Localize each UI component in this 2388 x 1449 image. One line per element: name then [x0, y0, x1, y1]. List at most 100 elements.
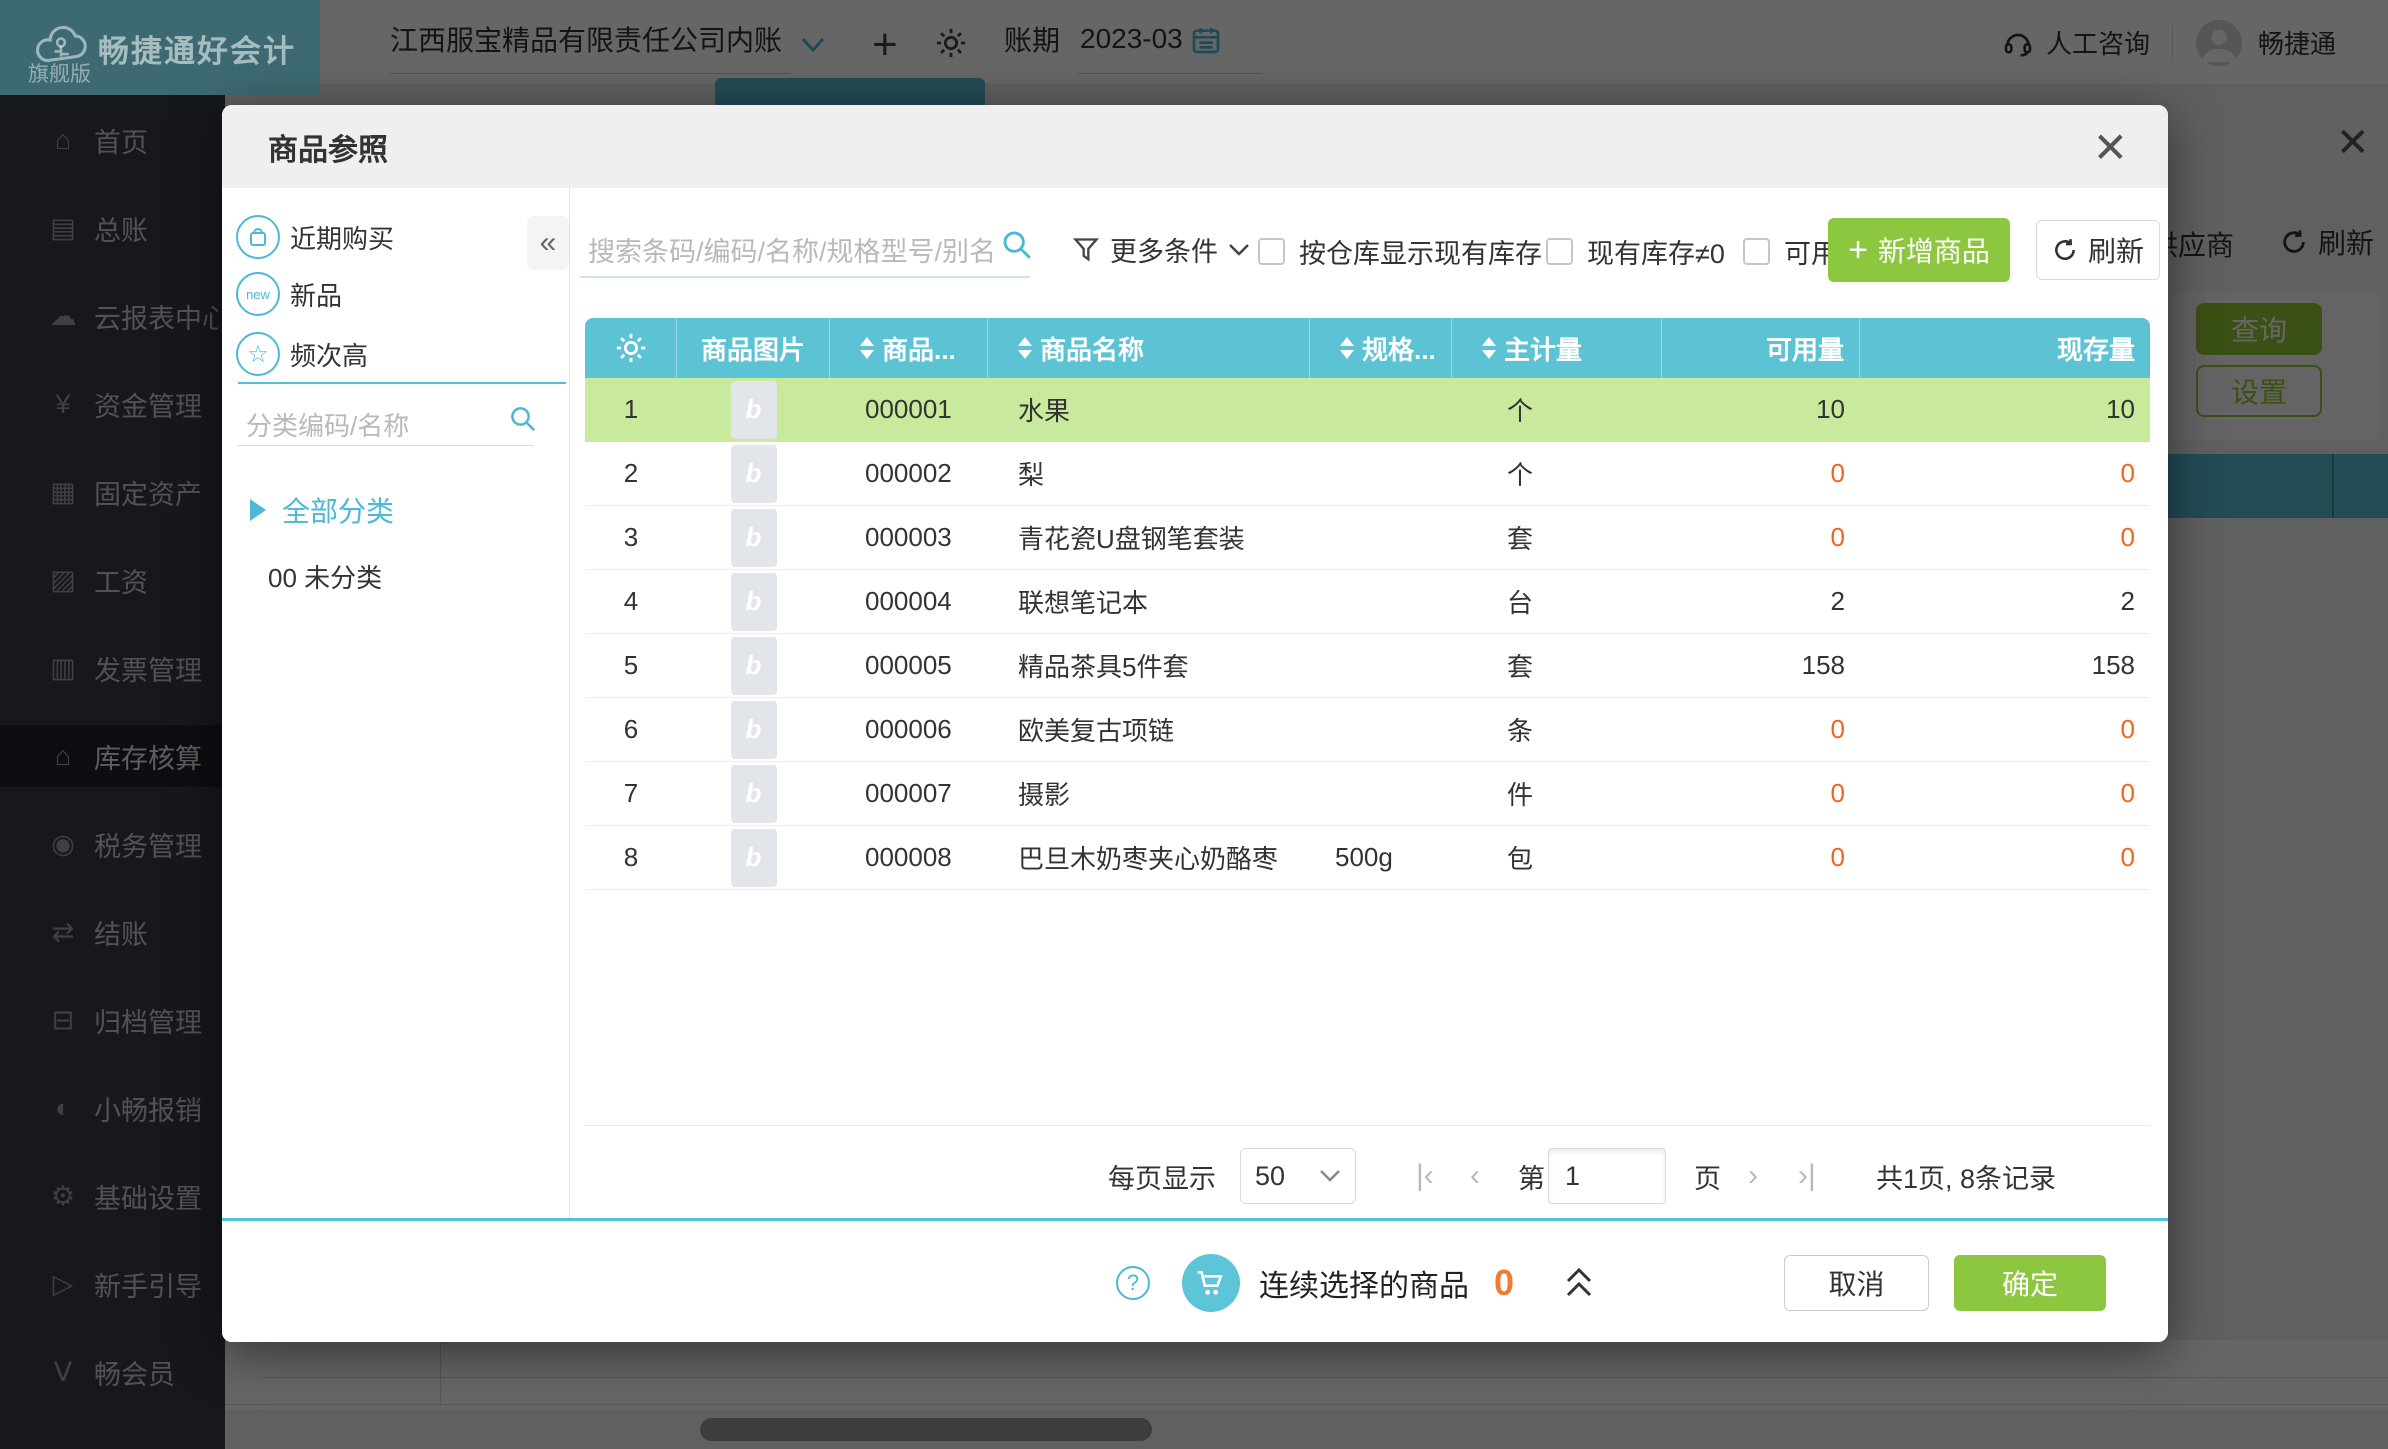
per-page-select[interactable]: 50 — [1240, 1148, 1356, 1204]
confirm-button[interactable]: 确定 — [1954, 1255, 2106, 1311]
shortcut-recent-purchase[interactable]: 近期购买 — [222, 208, 570, 266]
category-tree-root[interactable]: 全部分类 — [250, 490, 394, 530]
add-product-button[interactable]: + 新增商品 — [1828, 218, 2010, 282]
product-spec: 500g — [1335, 842, 1393, 872]
header-product-image[interactable]: 商品图片 — [677, 318, 830, 378]
header-product-name[interactable]: 商品名称 — [988, 318, 1310, 378]
onhand-qty: 0 — [2120, 714, 2135, 744]
product-code: 000001 — [865, 394, 952, 424]
double-chevron-up-icon[interactable] — [1562, 1265, 1596, 1301]
selected-products-label: 连续选择的商品 — [1259, 1270, 1469, 1303]
product-image-placeholder-icon: b — [730, 444, 777, 503]
available-qty: 10 — [1816, 394, 1845, 424]
header-spec[interactable]: 规格... — [1310, 318, 1452, 378]
onhand-qty: 0 — [2120, 778, 2135, 808]
gear-icon — [616, 333, 645, 363]
product-image: b — [677, 698, 830, 761]
product-image: b — [677, 762, 830, 825]
dialog-body: 近期购买 new 新品 ☆ 频次高 « 分类编码/名称 全部分类 00 未分类 … — [222, 188, 2168, 1342]
header-unit[interactable]: 主计量 — [1452, 318, 1662, 378]
panel-divider — [238, 382, 566, 384]
sort-icon — [1340, 337, 1354, 359]
refresh-icon — [2055, 239, 2075, 261]
product-unit: 个 — [1507, 460, 1534, 490]
filter-checkbox-0[interactable]: 按仓库显示现有库存 — [1258, 232, 1542, 271]
product-unit: 套 — [1507, 652, 1534, 682]
product-name: 精品茶具5件套 — [1018, 652, 1189, 682]
product-image: b — [677, 442, 830, 505]
plus-icon: + — [1848, 230, 1868, 269]
product-spec — [1310, 634, 1452, 697]
product-code: 000004 — [865, 586, 952, 616]
product-unit: 包 — [1507, 844, 1534, 874]
product-image-placeholder-icon: b — [730, 764, 777, 823]
product-spec — [1310, 442, 1452, 505]
more-filters-button[interactable]: 更多条件 — [1072, 230, 1250, 269]
next-page-button[interactable]: › — [1748, 1148, 1758, 1204]
category-search-placeholder: 分类编码/名称 — [246, 411, 410, 441]
table-row[interactable]: 8 b 000008 巴旦木奶枣夹心奶酪枣 500g 包 0 0 — [585, 826, 2150, 890]
sort-icon — [1482, 337, 1496, 359]
shortcut-high-frequency[interactable]: ☆ 频次高 — [222, 325, 570, 383]
table-body: 1 b 000001 水果个 10 10 2 b 000002 梨个 0 0 3 b 000003 青花瓷U盘… — [585, 378, 2150, 890]
search-icon — [1003, 231, 1031, 259]
product-image-placeholder-icon: b — [730, 636, 777, 695]
onhand-qty: 10 — [2106, 394, 2135, 424]
table-row[interactable]: 4 b 000004 联想笔记本 台 2 2 — [585, 570, 2150, 634]
header-product-code[interactable]: 商品... — [830, 318, 988, 378]
product-unit: 台 — [1507, 588, 1534, 618]
product-search-placeholder: 搜索条码/编码/名称/规格型号/别名 — [588, 237, 997, 267]
first-page-button[interactable]: |‹ — [1416, 1148, 1434, 1204]
product-name: 青花瓷U盘钢笔套装 — [1018, 524, 1245, 554]
category-search-input[interactable]: 分类编码/名称 — [238, 402, 536, 446]
page-number-input[interactable]: 1 — [1548, 1148, 1666, 1204]
help-icon[interactable]: ? — [1116, 1266, 1150, 1300]
table-row[interactable]: 6 b 000006 欧美复古项链 条 0 0 — [585, 698, 2150, 762]
product-code: 000005 — [865, 650, 952, 680]
dialog-footer: ? 连续选择的商品 0 取消 确定 — [222, 1218, 2168, 1342]
sort-icon — [860, 337, 874, 359]
cancel-button[interactable]: 取消 — [1784, 1255, 1929, 1311]
product-image-placeholder-icon: b — [730, 828, 777, 887]
collapse-panel-button[interactable]: « — [527, 216, 569, 270]
dialog-title: 商品参照 — [268, 133, 388, 167]
brand-edition: 旗舰版 — [28, 63, 91, 86]
refresh-button[interactable]: 刷新 — [2036, 220, 2160, 280]
column-settings-header[interactable] — [585, 318, 677, 378]
row-index: 2 — [623, 458, 639, 488]
row-index: 4 — [623, 586, 639, 616]
last-page-button[interactable]: ›| — [1798, 1148, 1816, 1204]
brand-name: 畅捷通好会计 — [98, 34, 296, 69]
product-image-placeholder-icon: b — [730, 380, 777, 439]
header-available-qty[interactable]: 可用量 — [1662, 318, 1860, 378]
table-row[interactable]: 1 b 000001 水果 个 10 10 — [585, 378, 2150, 442]
product-code: 000002 — [865, 458, 952, 488]
table-row[interactable]: 7 b 000007 摄影 件 0 0 — [585, 762, 2150, 826]
chevron-down-icon — [1320, 1170, 1340, 1182]
brand-block: 畅捷通好会计 旗舰版 — [0, 0, 320, 95]
product-search-input[interactable]: 搜索条码/编码/名称/规格型号/别名 — [580, 216, 1031, 278]
table-row[interactable]: 3 b 000003 青花瓷U盘钢笔套装 套 0 0 — [585, 506, 2150, 570]
checkbox-icon[interactable] — [1258, 238, 1285, 265]
close-icon[interactable]: ✕ — [2093, 123, 2128, 172]
shortcut-new-products[interactable]: new 新品 — [222, 265, 570, 323]
checkbox-label: 按仓库显示现有库存 — [1299, 239, 1542, 269]
table-row[interactable]: 5 b 000005 精品茶具5件套 套 158 158 — [585, 634, 2150, 698]
product-code: 000008 — [865, 842, 952, 872]
row-index: 1 — [623, 394, 639, 424]
table-card-bottom-border — [585, 1125, 2150, 1126]
new-icon: new — [236, 272, 280, 316]
checkbox-icon[interactable] — [1743, 238, 1770, 265]
prev-page-button[interactable]: ‹ — [1470, 1148, 1480, 1204]
product-table: 商品图片 商品... 商品名称 规格... 主计量 可用量 现存量 1 b 0000… — [585, 318, 2150, 890]
header-onhand-qty[interactable]: 现存量 — [1860, 318, 2150, 378]
filter-checkbox-1[interactable]: 现有库存≠0 — [1546, 232, 1725, 271]
checkbox-icon[interactable] — [1546, 238, 1573, 265]
table-row[interactable]: 2 b 000002 梨 个 0 0 — [585, 442, 2150, 506]
category-tree-item[interactable]: 00 未分类 — [268, 558, 382, 595]
row-index: 6 — [623, 714, 639, 744]
bag-icon — [236, 215, 280, 259]
pagination: 每页显示 50 |‹ ‹ 第 1 页 › ›| 共1页, 8条记录 — [570, 1148, 2168, 1204]
chevron-down-icon — [1229, 243, 1249, 256]
product-name: 欧美复古项链 — [1018, 716, 1175, 746]
